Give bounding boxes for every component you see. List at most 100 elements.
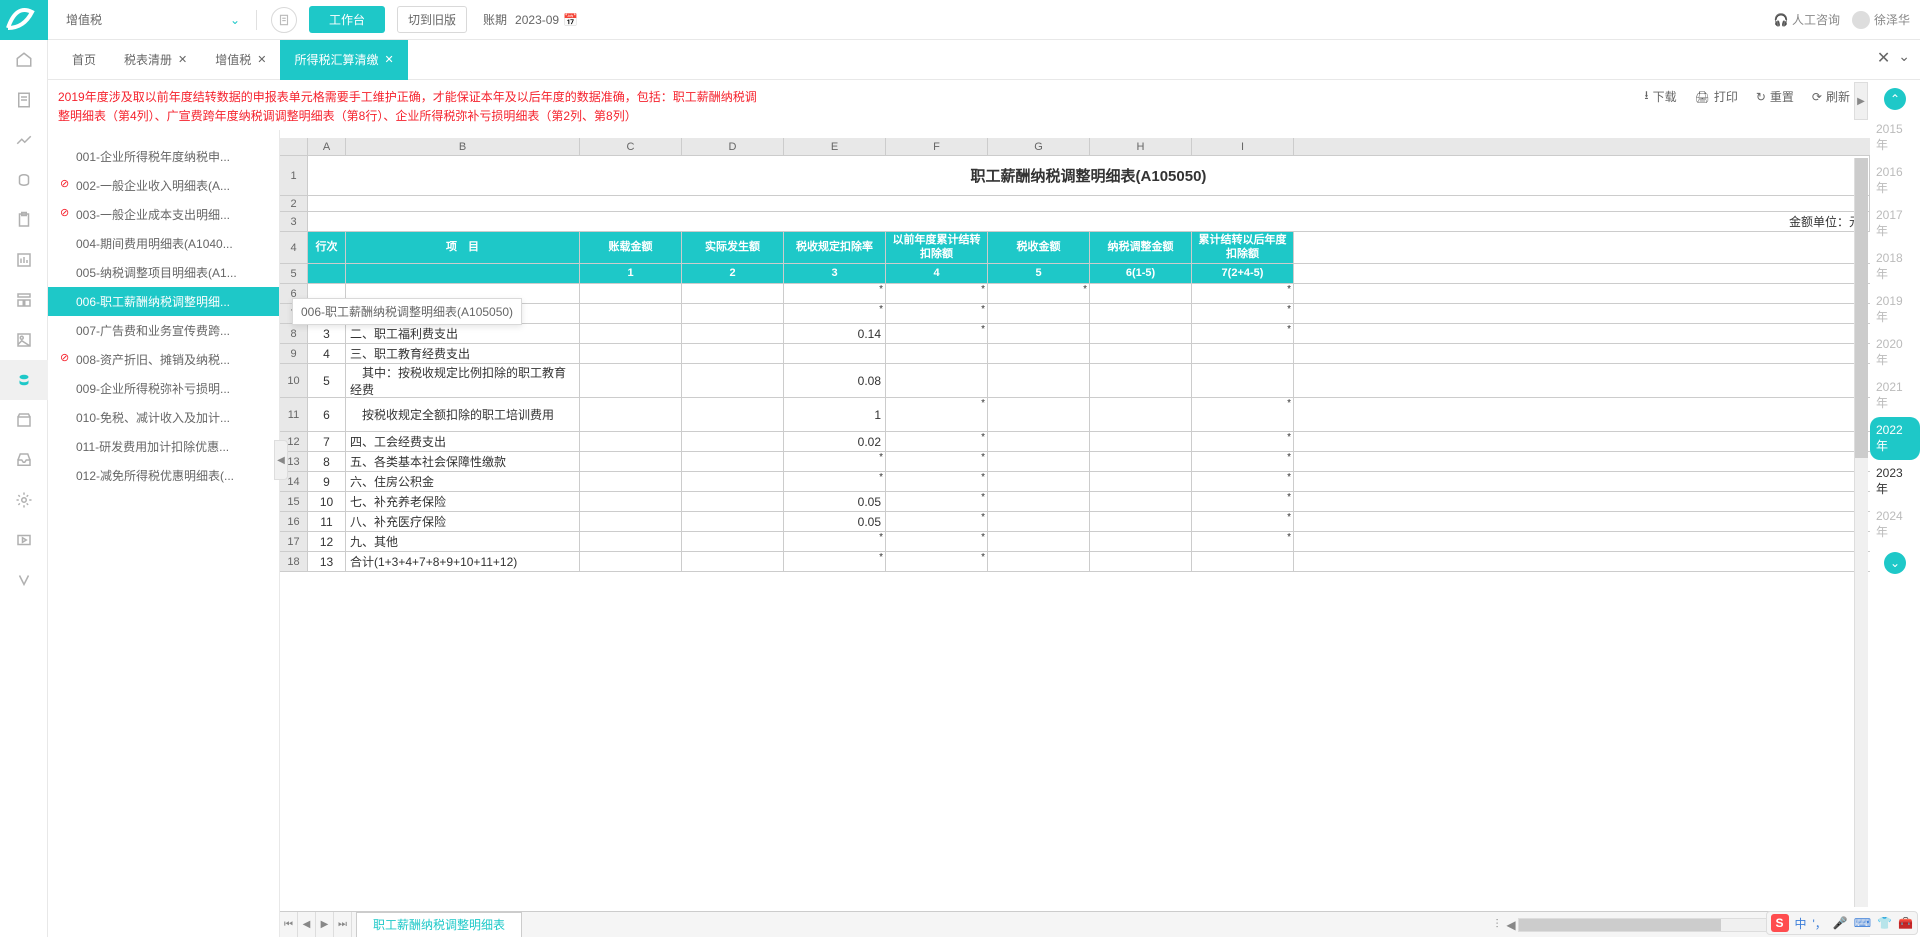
data-cell[interactable] [988,532,1090,551]
select-all-corner[interactable] [280,138,308,155]
cell[interactable]: 累计结转以后年度扣除额 [1192,232,1294,263]
cell[interactable]: 纳税调整金额 [1090,232,1192,263]
ime-lang[interactable]: 中 [1795,915,1807,932]
data-cell[interactable] [580,284,682,303]
tabs-menu-icon[interactable]: ⌄ [1898,48,1910,68]
data-cell[interactable] [682,398,784,431]
workbench-button[interactable]: 工作台 [309,6,385,33]
nav-tax-icon[interactable] [0,360,48,400]
data-cell[interactable] [988,364,1090,397]
cell[interactable] [346,264,580,283]
line-number[interactable]: 12 [308,532,346,551]
data-cell[interactable] [1090,512,1192,531]
reset-button[interactable]: ↻ 重置 [1756,86,1794,107]
data-cell[interactable] [1192,364,1294,397]
ime-skin-icon[interactable]: 👕 [1877,916,1892,930]
sheet-nav-prev[interactable]: ◀ [298,912,316,937]
print-button[interactable]: 🖨 打印 [1695,86,1738,107]
tab-tax-list[interactable]: 税表清册✕ [110,40,201,80]
nav-image-icon[interactable] [0,320,48,360]
col-header[interactable]: G [988,138,1090,155]
data-cell[interactable]: * [1192,324,1294,343]
cell[interactable]: 6(1-5) [1090,264,1192,283]
line-number[interactable]: 9 [308,472,346,491]
data-cell[interactable] [988,324,1090,343]
data-cell[interactable] [580,492,682,511]
calendar-icon[interactable]: 📅 [563,13,578,27]
data-cell[interactable] [988,492,1090,511]
data-cell[interactable]: 1 [784,398,886,431]
data-cell[interactable] [682,344,784,363]
item-name[interactable]: 二、职工福利费支出 [346,324,580,343]
nav-archive-icon[interactable] [0,400,48,440]
data-cell[interactable] [1192,344,1294,363]
data-cell[interactable] [580,452,682,471]
data-cell[interactable] [988,512,1090,531]
item-name[interactable]: 其中：按税收规定比例扣除的职工教育经费 [346,364,580,397]
data-cell[interactable]: * [886,284,988,303]
year-item[interactable]: 2020年 [1870,331,1920,374]
cell[interactable]: 实际发生额 [682,232,784,263]
item-name[interactable]: 三、职工教育经费支出 [346,344,580,363]
data-cell[interactable]: * [784,284,886,303]
year-item[interactable]: 2017年 [1870,202,1920,245]
data-cell[interactable] [1090,452,1192,471]
data-cell[interactable] [682,552,784,571]
data-cell[interactable] [886,344,988,363]
row-header[interactable]: 5 [280,264,308,283]
year-item[interactable]: 2021年 [1870,374,1920,417]
nav-money-icon[interactable] [0,160,48,200]
cell[interactable]: 4 [886,264,988,283]
nav-template-icon[interactable] [0,280,48,320]
cell[interactable]: 5 [988,264,1090,283]
ime-punct-icon[interactable]: '， [1813,915,1827,932]
vertical-scrollbar[interactable] [1854,158,1868,907]
data-cell[interactable] [682,284,784,303]
nav-v-icon[interactable] [0,560,48,600]
item-name[interactable]: 四、工会经费支出 [346,432,580,451]
year-item[interactable]: 2023年 [1870,460,1920,503]
tab-vat[interactable]: 增值税✕ [201,40,280,80]
data-cell[interactable]: * [886,492,988,511]
data-cell[interactable]: * [988,284,1090,303]
data-cell[interactable]: 0.05 [784,512,886,531]
cell[interactable]: 7(2+4-5) [1192,264,1294,283]
data-cell[interactable] [988,432,1090,451]
data-cell[interactable] [988,472,1090,491]
data-cell[interactable]: * [886,452,988,471]
ime-toolbar[interactable]: S 中 '， 🎤 ⌨ 👕 🧰 [1766,911,1919,935]
tab-home[interactable]: 首页 [58,40,110,80]
data-cell[interactable] [682,324,784,343]
line-number[interactable]: 8 [308,452,346,471]
data-cell[interactable]: * [886,472,988,491]
nav-video-icon[interactable] [0,520,48,560]
tree-item[interactable]: 010-免税、减计收入及加计... [48,403,279,432]
tree-item[interactable]: 001-企业所得税年度纳税申... [48,142,279,171]
data-cell[interactable]: * [1192,432,1294,451]
data-cell[interactable] [988,344,1090,363]
data-cell[interactable] [682,452,784,471]
sheet-nav-first[interactable]: ⏮ [280,912,298,937]
year-item[interactable]: 2015年 [1870,116,1920,159]
year-item[interactable]: 2022年 [1870,417,1920,460]
switch-old-button[interactable]: 切到旧版 [397,6,467,33]
tree-item[interactable]: 002-一般企业收入明细表(A... [48,171,279,200]
data-cell[interactable] [580,364,682,397]
cell[interactable]: 2 [682,264,784,283]
nav-home-icon[interactable] [0,40,48,80]
data-cell[interactable]: * [1192,472,1294,491]
col-header[interactable]: C [580,138,682,155]
data-cell[interactable] [580,512,682,531]
tree-item[interactable]: 003-一般企业成本支出明细... [48,200,279,229]
data-cell[interactable] [1090,432,1192,451]
tree-item[interactable]: 004-期间费用明细表(A1040... [48,229,279,258]
line-number[interactable]: 6 [308,398,346,431]
data-cell[interactable]: * [886,532,988,551]
data-cell[interactable] [1090,398,1192,431]
data-cell[interactable] [1090,304,1192,323]
data-cell[interactable] [988,552,1090,571]
year-item[interactable]: 2019年 [1870,288,1920,331]
item-name[interactable]: 六、住房公积金 [346,472,580,491]
ime-toolbox-icon[interactable]: 🧰 [1898,916,1913,930]
data-cell[interactable] [682,512,784,531]
